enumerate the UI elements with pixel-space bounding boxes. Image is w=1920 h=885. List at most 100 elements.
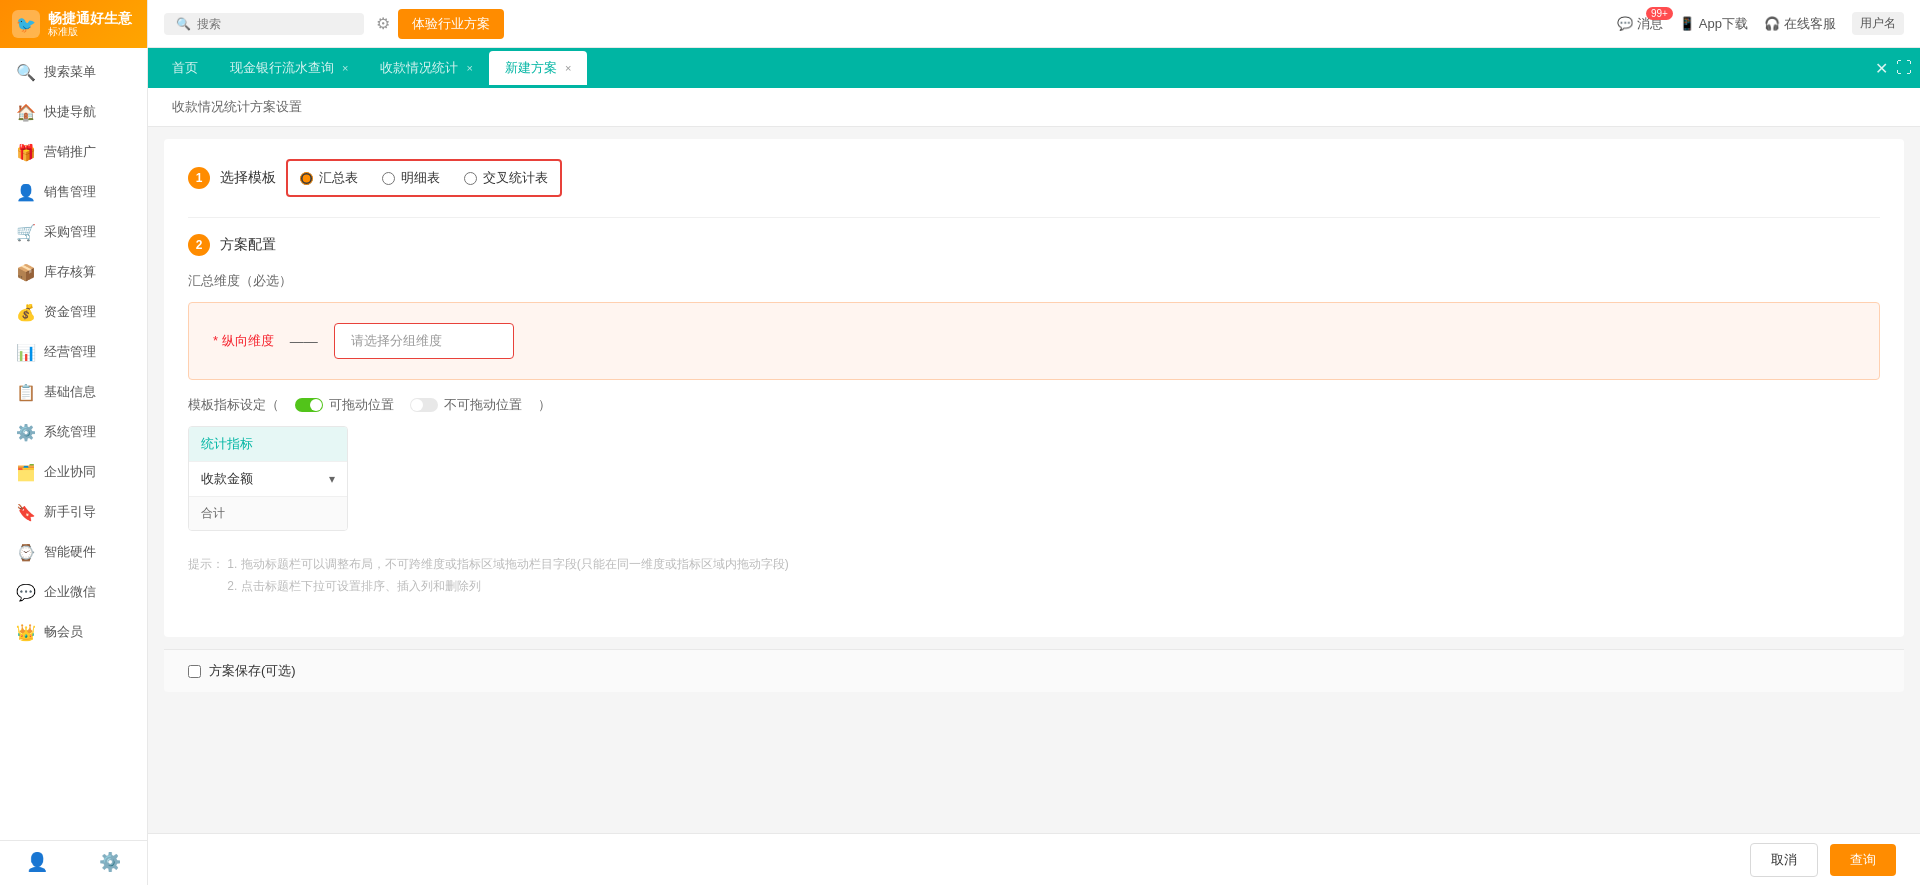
tab-collection-stats-close[interactable]: × [466,62,472,74]
download-icon: 📱 [1679,16,1695,31]
sidebar-item-inventory[interactable]: 📦 库存核算 [0,252,147,292]
topbar: 🔍 ⚙ 体验行业方案 💬 消息 99+ 📱 App下载 🎧 在线客服 用户名 [148,0,1920,48]
tab-bank-flow-close[interactable]: × [342,62,348,74]
sidebar-item-label: 基础信息 [44,383,96,401]
tab-collection-stats[interactable]: 收款情况统计 × [364,51,488,85]
topbar-search-area[interactable]: 🔍 [164,13,364,35]
sidebar-item-purchase[interactable]: 🛒 采购管理 [0,212,147,252]
option-detail[interactable]: 明细表 [382,169,440,187]
app-edition: 标准版 [48,26,132,38]
tabbar-actions: ✕ ⛶ [1875,59,1912,78]
gear-icon[interactable]: ⚙ [376,14,390,33]
option-summary[interactable]: 汇总表 [300,169,358,187]
sidebar-item-beginner[interactable]: 🔖 新手引导 [0,492,147,532]
sidebar-item-smart-hw[interactable]: ⌚ 智能硬件 [0,532,147,572]
toggle-draggable[interactable]: 可拖动位置 [295,396,394,414]
query-button[interactable]: 查询 [1830,844,1896,876]
sidebar-item-label: 搜索菜单 [44,63,96,81]
dimension-arrow: —— [290,333,318,349]
step1-section: 1 选择模板 汇总表 明细表 交叉统计表 [188,159,1880,197]
marketing-icon: 🎁 [16,142,36,162]
sidebar-item-label: 畅会员 [44,623,83,641]
sidebar-item-label: 新手引导 [44,503,96,521]
sidebar-item-label: 资金管理 [44,303,96,321]
save-option-row: 方案保存(可选) [164,649,1904,692]
settings-icon: ⚙️ [99,851,121,873]
sidebar-item-marketing[interactable]: 🎁 营销推广 [0,132,147,172]
sidebar-item-quick-nav[interactable]: 🏠 快捷导航 [0,92,147,132]
sidebar-footer-settings[interactable]: ⚙️ [99,851,121,875]
total-row: 合计 [189,496,347,530]
toggle-non-draggable[interactable]: 不可拖动位置 [410,396,522,414]
toggle-draggable-box[interactable] [295,398,323,412]
sidebar-footer-user[interactable]: 👤 [26,851,48,875]
sidebar-item-label: 系统管理 [44,423,96,441]
sidebar-item-base-info[interactable]: 📋 基础信息 [0,372,147,412]
sidebar-item-sales[interactable]: 👤 销售管理 [0,172,147,212]
app-download-item[interactable]: 📱 App下载 [1679,15,1748,33]
option-cross[interactable]: 交叉统计表 [464,169,548,187]
vertical-dimension-label: * 纵向维度 [213,332,274,350]
corp-wechat-icon: 💬 [16,582,36,602]
step2-badge: 2 [188,234,210,256]
sidebar-footer: 👤 ⚙️ [0,840,147,885]
tab-new-plan[interactable]: 新建方案 × [489,51,587,85]
tab-new-plan-close[interactable]: × [565,62,571,74]
tab-home[interactable]: 首页 [156,51,214,85]
sidebar-item-operation[interactable]: 📊 经营管理 [0,332,147,372]
sidebar-item-finance[interactable]: 💰 资金管理 [0,292,147,332]
tab-bank-flow[interactable]: 现金银行流水查询 × [214,51,364,85]
sidebar-item-search-menu[interactable]: 🔍 搜索菜单 [0,52,147,92]
sidebar-item-system[interactable]: ⚙️ 系统管理 [0,412,147,452]
close-all-icon[interactable]: ✕ [1875,59,1888,78]
service-label: 在线客服 [1784,15,1836,33]
step1-badge: 1 [188,167,210,189]
app-name: 畅捷通好生意 [48,10,132,27]
online-service-item[interactable]: 🎧 在线客服 [1764,15,1836,33]
sidebar: 🐦 畅捷通好生意 标准版 🔍 搜索菜单 🏠 快捷导航 🎁 营销推广 👤 销售管理… [0,0,148,885]
base-info-icon: 📋 [16,382,36,402]
sidebar-nav: 🔍 搜索菜单 🏠 快捷导航 🎁 营销推广 👤 销售管理 🛒 采购管理 📦 库存核… [0,48,147,840]
sidebar-item-member[interactable]: 👑 畅会员 [0,612,147,652]
search-icon: 🔍 [176,17,191,31]
notification-item[interactable]: 💬 消息 99+ [1617,15,1663,33]
sidebar-item-label: 快捷导航 [44,103,96,121]
sidebar-item-label: 营销推广 [44,143,96,161]
radio-cross[interactable] [464,172,477,185]
notification-count: 99+ [1646,7,1673,20]
search-input[interactable] [197,17,347,31]
sidebar-item-label: 企业微信 [44,583,96,601]
download-label: App下载 [1699,15,1748,33]
username-label: 用户名 [1852,12,1904,35]
step-divider [188,217,1880,218]
step2-title: 方案配置 [220,236,276,254]
dimension-area: * 纵向维度 —— 请选择分组维度 [188,302,1880,380]
collection-amount-dropdown[interactable]: ▾ [329,472,335,486]
step1-header: 1 选择模板 汇总表 明细表 交叉统计表 [188,159,1880,197]
radio-detail[interactable] [382,172,395,185]
sidebar-item-label: 经营管理 [44,343,96,361]
indicator-title-close: ） [538,396,551,414]
maximize-icon[interactable]: ⛶ [1896,59,1912,78]
sidebar-item-corp-wechat[interactable]: 💬 企业微信 [0,572,147,612]
summary-dimension-section: 汇总维度（必选） * 纵向维度 —— 请选择分组维度 [188,272,1880,380]
non-draggable-label: 不可拖动位置 [444,396,522,414]
sidebar-item-corp-collab[interactable]: 🗂️ 企业协同 [0,452,147,492]
save-checkbox[interactable] [188,665,201,678]
finance-icon: 💰 [16,302,36,322]
collection-amount-row[interactable]: 收款金额 ▾ [189,461,347,496]
radio-summary[interactable] [300,172,313,185]
step1-title: 选择模板 [220,169,276,187]
search-menu-icon: 🔍 [16,62,36,82]
purchase-icon: 🛒 [16,222,36,242]
service-icon: 🎧 [1764,16,1780,31]
dimension-select[interactable]: 请选择分组维度 [334,323,514,359]
page-breadcrumb: 收款情况统计方案设置 [148,88,1920,127]
industry-btn[interactable]: 体验行业方案 [398,9,504,39]
toggle-non-draggable-box[interactable] [410,398,438,412]
logo-icon: 🐦 [12,10,40,38]
step2-section: 2 方案配置 汇总维度（必选） * 纵向维度 —— 请选择分组维度 [188,234,1880,597]
cancel-button[interactable]: 取消 [1750,843,1818,877]
save-option-label: 方案保存(可选) [209,662,296,680]
tab-home-label: 首页 [172,59,198,77]
